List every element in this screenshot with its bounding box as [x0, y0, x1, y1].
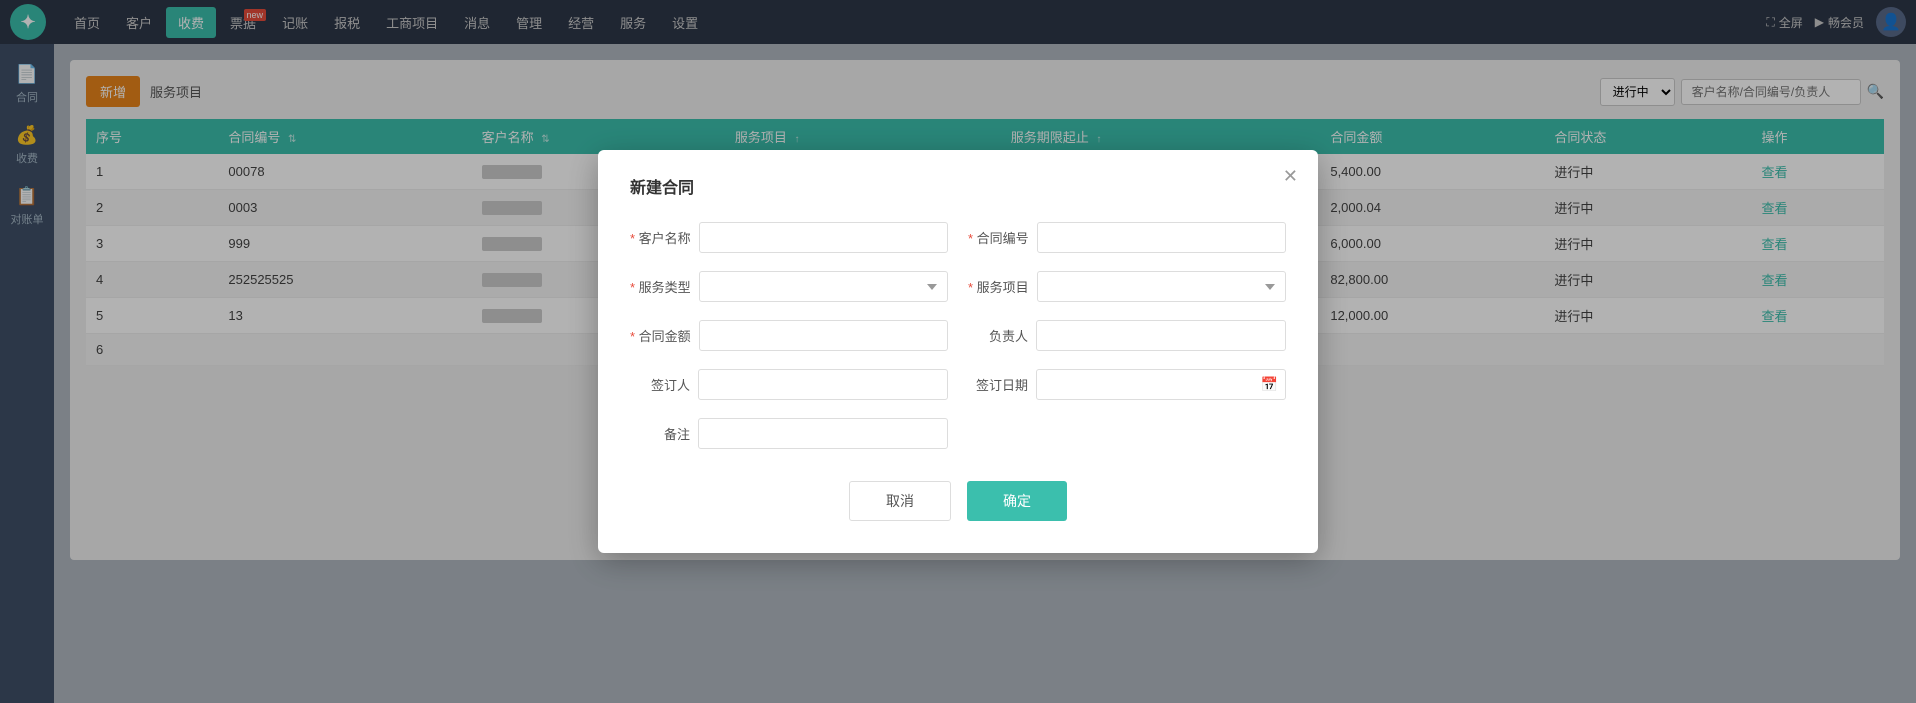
sign-date-input[interactable]: 2023-06-06 — [1036, 369, 1286, 400]
form-group-signer: 签订人 — [630, 369, 948, 400]
notes-input[interactable] — [698, 418, 948, 449]
cancel-button[interactable]: 取消 — [849, 481, 951, 521]
notes-label: 备注 — [630, 424, 690, 443]
contract-no-label: 合同编号 — [968, 228, 1029, 247]
form-group-service-item: 服务项目 — [968, 271, 1286, 302]
contract-no-input[interactable] — [1037, 222, 1286, 253]
responsible-input[interactable] — [1036, 320, 1286, 351]
signer-input[interactable] — [698, 369, 948, 400]
customer-name-label: 客户名称 — [630, 228, 691, 247]
confirm-button[interactable]: 确定 — [967, 481, 1067, 521]
notes-spacer — [968, 418, 1286, 449]
amount-label: 合同金额 — [630, 326, 691, 345]
new-contract-modal: ✕ 新建合同 客户名称 合同编号 服务类型 服务项目 — [598, 150, 1318, 553]
responsible-label: 负责人 — [968, 326, 1028, 345]
form-group-customer: 客户名称 — [630, 222, 948, 253]
signer-label: 签订人 — [630, 375, 690, 394]
service-type-select[interactable] — [699, 271, 948, 302]
modal-footer: 取消 确定 — [630, 481, 1286, 521]
customer-name-input[interactable] — [699, 222, 948, 253]
form-group-contract-no: 合同编号 — [968, 222, 1286, 253]
form-row-3: 合同金额 0.00 负责人 — [630, 320, 1286, 351]
form-row-2: 服务类型 服务项目 — [630, 271, 1286, 302]
form-row-4: 签订人 签订日期 2023-06-06 📅 — [630, 369, 1286, 400]
form-group-amount: 合同金额 0.00 — [630, 320, 948, 351]
modal-title: 新建合同 — [630, 174, 1286, 198]
modal-overlay[interactable]: ✕ 新建合同 客户名称 合同编号 服务类型 服务项目 — [0, 0, 1916, 703]
form-group-sign-date: 签订日期 2023-06-06 📅 — [968, 369, 1286, 400]
date-wrapper: 2023-06-06 📅 — [1036, 369, 1286, 400]
service-type-label: 服务类型 — [630, 277, 691, 296]
sign-date-label: 签订日期 — [968, 375, 1028, 394]
form-row-5: 备注 — [630, 418, 1286, 449]
service-item-select[interactable] — [1037, 271, 1286, 302]
calendar-icon[interactable]: 📅 — [1261, 376, 1278, 393]
form-row-1: 客户名称 合同编号 — [630, 222, 1286, 253]
form-group-notes: 备注 — [630, 418, 948, 449]
form-group-service-type: 服务类型 — [630, 271, 948, 302]
form-group-responsible: 负责人 — [968, 320, 1286, 351]
modal-close-button[interactable]: ✕ — [1283, 166, 1298, 187]
service-item-label: 服务项目 — [968, 277, 1029, 296]
amount-input[interactable]: 0.00 — [699, 320, 948, 351]
